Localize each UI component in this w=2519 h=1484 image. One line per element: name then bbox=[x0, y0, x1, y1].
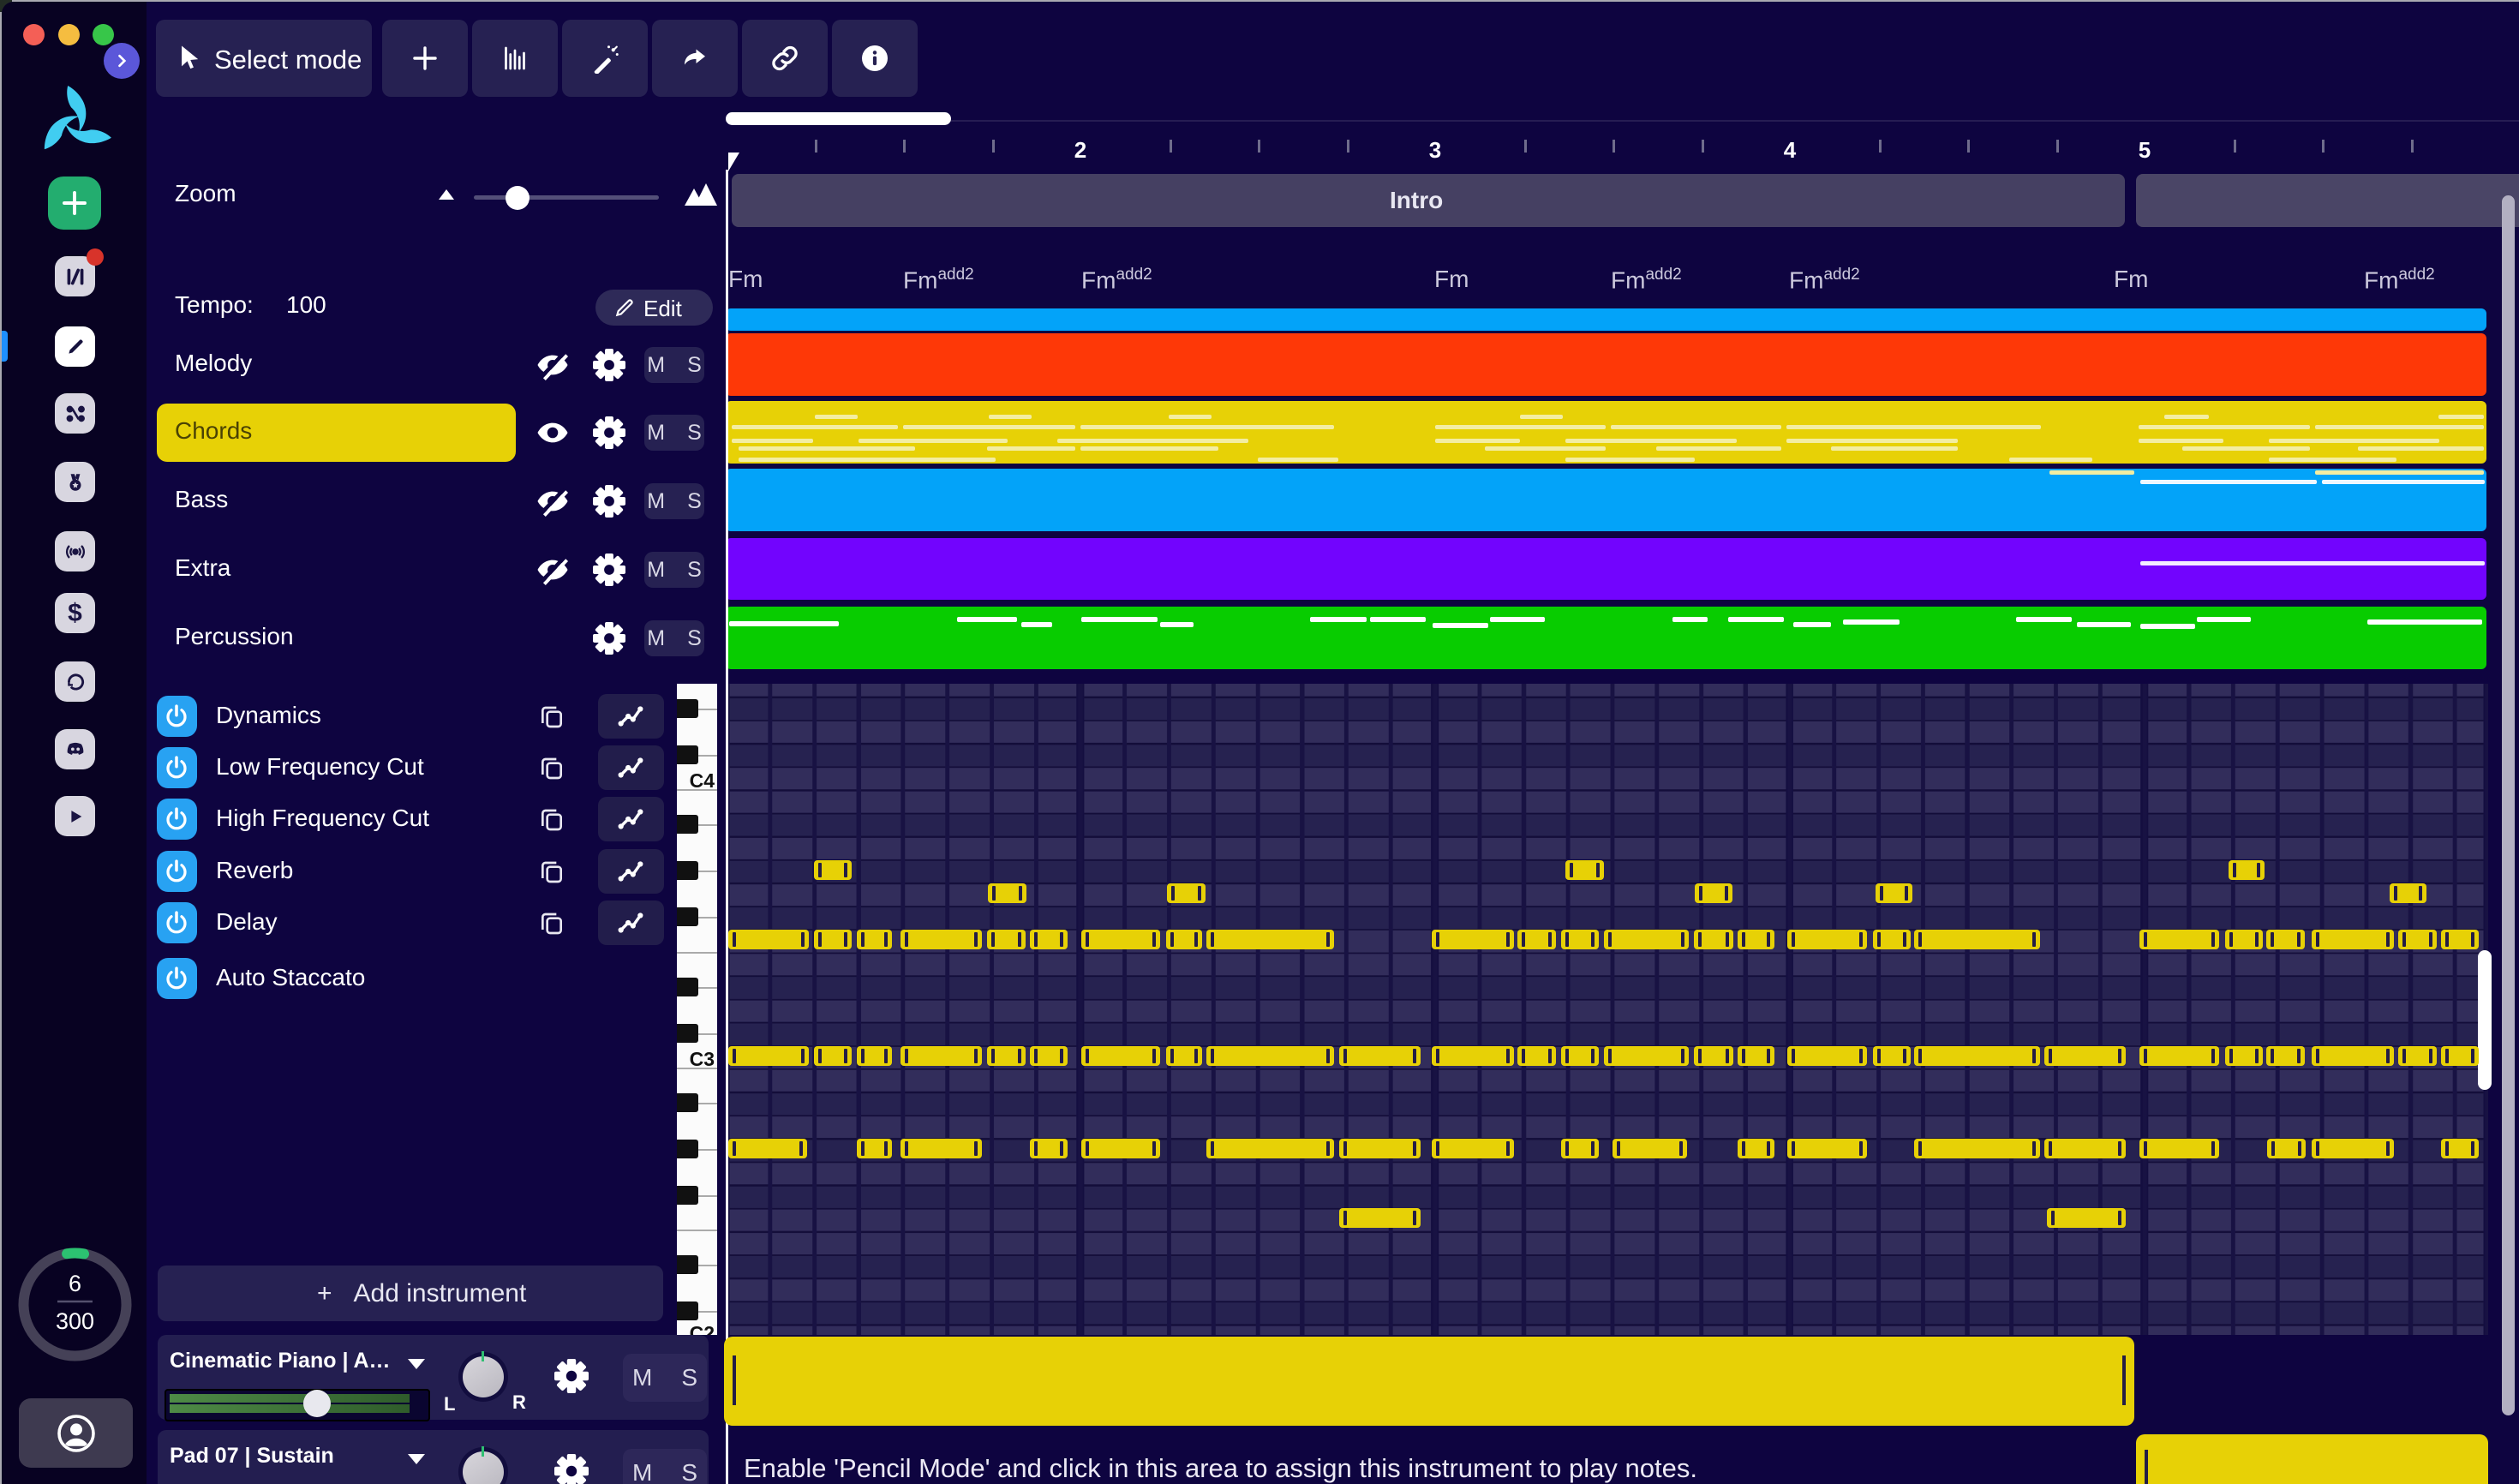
svg-text:6: 6 bbox=[69, 1271, 81, 1296]
svg-text:300: 300 bbox=[56, 1308, 94, 1334]
